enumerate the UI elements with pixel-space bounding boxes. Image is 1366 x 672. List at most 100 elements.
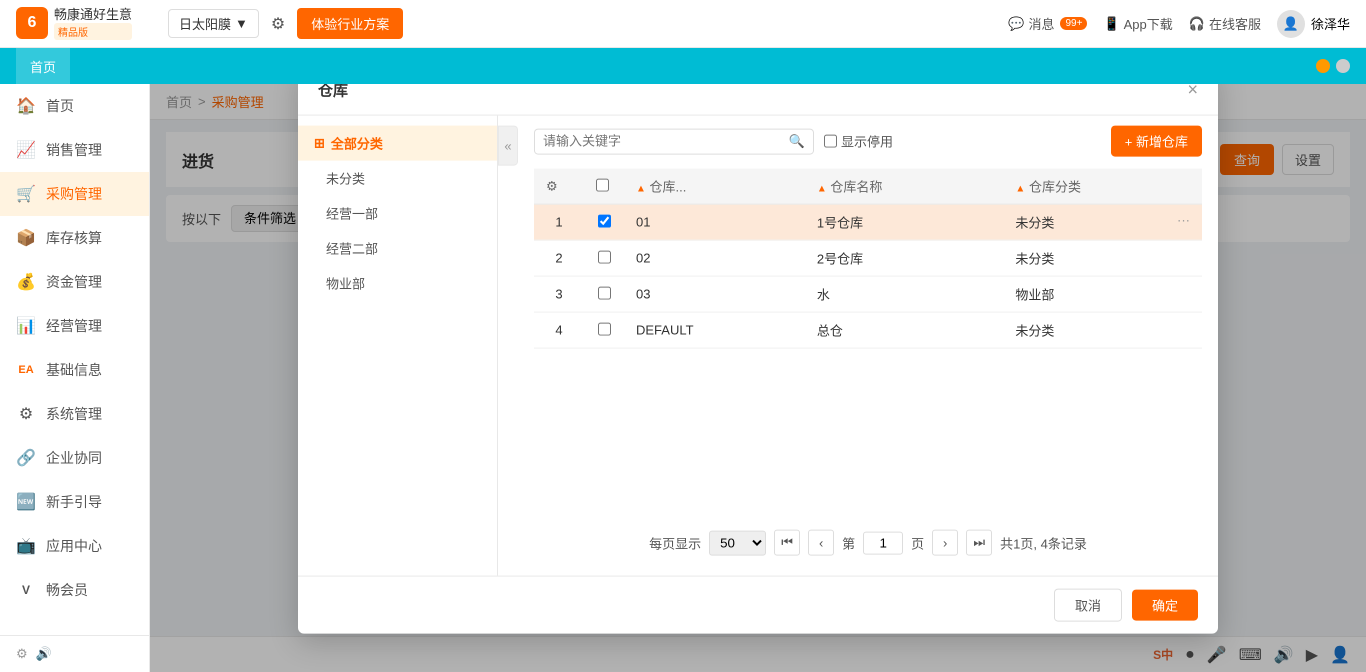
table-row[interactable]: 3 03 水 物业部 bbox=[534, 276, 1202, 312]
row-category-2: 物业部 bbox=[1003, 276, 1202, 312]
category-item-1[interactable]: 经营一部 bbox=[298, 196, 497, 231]
online-service-btn[interactable]: 🎧 在线客服 bbox=[1189, 14, 1261, 33]
category-all[interactable]: ⊞ 全部分类 bbox=[298, 126, 497, 161]
row-num-3: 4 bbox=[534, 312, 584, 348]
row-name-0: 1号仓库 bbox=[805, 204, 1004, 240]
row-checkbox-0[interactable] bbox=[598, 214, 611, 227]
prev-page-button[interactable]: ‹ bbox=[808, 530, 834, 556]
modal-close-button[interactable]: × bbox=[1187, 84, 1198, 101]
row-check-0[interactable] bbox=[584, 204, 624, 240]
row-code-3: DEFAULT bbox=[624, 312, 805, 348]
headset-icon: 🎧 bbox=[1189, 16, 1205, 32]
sidebar-label-enterprise: 企业协同 bbox=[46, 448, 102, 468]
col-name: ▲ 仓库名称 bbox=[805, 169, 1004, 205]
col-check bbox=[584, 169, 624, 205]
minimize-button[interactable] bbox=[1316, 59, 1330, 73]
row-name-3: 总仓 bbox=[805, 312, 1004, 348]
row-num-0: 1 bbox=[534, 204, 584, 240]
sidebar-label-member: 畅会员 bbox=[46, 580, 88, 600]
sidebar-item-app-center[interactable]: 📺 应用中心 bbox=[0, 524, 149, 568]
message-badge: 99+ bbox=[1060, 17, 1087, 30]
guide-icon: 🆕 bbox=[16, 492, 36, 512]
sidebar-item-operations[interactable]: 📊 经营管理 bbox=[0, 304, 149, 348]
table-header-row: ⚙ ▲ 仓库... ▲ 仓库名称 bbox=[534, 169, 1202, 205]
col-category: ▲ 仓库分类 bbox=[1003, 169, 1202, 205]
purchase-icon: 🛒 bbox=[16, 184, 36, 204]
experience-button[interactable]: 体验行业方案 bbox=[297, 8, 403, 39]
row-category-0: 未分类 ··· bbox=[1003, 204, 1202, 240]
page-unit: 页 bbox=[911, 533, 924, 552]
maximize-button[interactable] bbox=[1336, 59, 1350, 73]
modal-header: 仓库 × bbox=[298, 84, 1218, 116]
select-all-checkbox[interactable] bbox=[596, 178, 609, 191]
table-row[interactable]: 4 DEFAULT 总仓 未分类 bbox=[534, 312, 1202, 348]
sidebar-bottom: ⚙ 🔊 bbox=[0, 635, 149, 672]
warehouse-table: ⚙ ▲ 仓库... ▲ 仓库名称 bbox=[534, 169, 1202, 349]
collapse-panel-button[interactable]: « bbox=[498, 126, 518, 166]
sub-nav-item-home[interactable]: 首页 bbox=[16, 48, 70, 84]
sidebar-item-purchase[interactable]: 🛒 采购管理 bbox=[0, 172, 149, 216]
row-check-3[interactable] bbox=[584, 312, 624, 348]
messages-btn[interactable]: 💬 消息 99+ bbox=[1008, 14, 1087, 33]
sidebar-item-sales[interactable]: 📈 销售管理 bbox=[0, 128, 149, 172]
sidebar-item-member[interactable]: V 畅会员 bbox=[0, 568, 149, 612]
row-checkbox-2[interactable] bbox=[598, 286, 611, 299]
confirm-button[interactable]: 确定 bbox=[1132, 590, 1198, 621]
show-disabled-label[interactable]: 显示停用 bbox=[824, 132, 893, 151]
enterprise-icon: 🔗 bbox=[16, 448, 36, 468]
sidebar-item-basic-info[interactable]: EA 基础信息 bbox=[0, 348, 149, 392]
sidebar-item-guide[interactable]: 🆕 新手引导 bbox=[0, 480, 149, 524]
row-code-0: 01 bbox=[624, 204, 805, 240]
table-body: 1 01 1号仓库 未分类 ··· 2 02 2号仓库 未分类 3 03 水 物… bbox=[534, 204, 1202, 348]
sidebar-label-finance: 资金管理 bbox=[46, 272, 102, 292]
add-warehouse-button[interactable]: + 新增仓库 bbox=[1111, 126, 1202, 157]
logo-area: 6 畅康通好生意 精品版 bbox=[16, 7, 156, 41]
basic-info-icon: EA bbox=[16, 364, 36, 376]
sidebar-label-guide: 新手引导 bbox=[46, 492, 102, 512]
search-input[interactable] bbox=[543, 134, 789, 149]
table-row[interactable]: 1 01 1号仓库 未分类 ··· bbox=[534, 204, 1202, 240]
next-page-button[interactable]: › bbox=[932, 530, 958, 556]
sidebar-label-sales: 销售管理 bbox=[46, 140, 102, 160]
page-size-label: 每页显示 bbox=[649, 533, 701, 552]
sidebar-item-finance[interactable]: 💰 资金管理 bbox=[0, 260, 149, 304]
row-checkbox-1[interactable] bbox=[598, 250, 611, 263]
first-page-button[interactable]: ⏮ bbox=[774, 530, 800, 556]
settings-icon[interactable]: ⚙ bbox=[271, 14, 285, 34]
col-code: ▲ 仓库... bbox=[624, 169, 805, 205]
app-download-btn[interactable]: 📱 App下载 bbox=[1103, 14, 1172, 33]
sidebar-item-home[interactable]: 🏠 首页 bbox=[0, 84, 149, 128]
sidebar-sound-icon[interactable]: 🔊 bbox=[36, 646, 52, 662]
sidebar: 🏠 首页 📈 销售管理 🛒 采购管理 📦 库存核算 💰 资金管理 📊 经营管理 … bbox=[0, 84, 150, 672]
table-row[interactable]: 2 02 2号仓库 未分类 bbox=[534, 240, 1202, 276]
sidebar-item-enterprise[interactable]: 🔗 企业协同 bbox=[0, 436, 149, 480]
sidebar-label-system: 系统管理 bbox=[46, 404, 102, 424]
sidebar-item-system[interactable]: ⚙ 系统管理 bbox=[0, 392, 149, 436]
category-item-2[interactable]: 经营二部 bbox=[298, 231, 497, 266]
category-section: ⊞ 全部分类 未分类 经营一部 经营二部 物业部 bbox=[298, 116, 518, 576]
row-name-2: 水 bbox=[805, 276, 1004, 312]
operations-icon: 📊 bbox=[16, 316, 36, 336]
store-selector[interactable]: 日太阳膜 ▼ bbox=[168, 9, 259, 38]
sales-icon: 📈 bbox=[16, 140, 36, 160]
sidebar-item-inventory[interactable]: 📦 库存核算 bbox=[0, 216, 149, 260]
app-center-icon: 📺 bbox=[16, 536, 36, 556]
cancel-button[interactable]: 取消 bbox=[1054, 589, 1122, 622]
row-num-1: 2 bbox=[534, 240, 584, 276]
row-check-2[interactable] bbox=[584, 276, 624, 312]
modal-title: 仓库 bbox=[318, 84, 348, 101]
row-check-1[interactable] bbox=[584, 240, 624, 276]
pagination: 每页显示 50 100 ⏮ ‹ 第 页 › ⏭ 共1页, 4条记录 bbox=[534, 520, 1202, 566]
category-item-3[interactable]: 物业部 bbox=[298, 266, 497, 301]
row-checkbox-3[interactable] bbox=[598, 322, 611, 335]
page-input[interactable] bbox=[863, 531, 903, 554]
last-page-button[interactable]: ⏭ bbox=[966, 530, 992, 556]
page-size-select[interactable]: 50 100 bbox=[709, 530, 766, 555]
user-info[interactable]: 👤 徐泽华 bbox=[1277, 10, 1350, 38]
show-disabled-checkbox[interactable] bbox=[824, 135, 837, 148]
category-item-0[interactable]: 未分类 bbox=[298, 161, 497, 196]
sidebar-settings-icon[interactable]: ⚙ bbox=[16, 646, 28, 662]
modal-footer: 取消 确定 bbox=[298, 576, 1218, 634]
row-more-0[interactable]: ··· bbox=[1177, 213, 1190, 228]
row-name-1: 2号仓库 bbox=[805, 240, 1004, 276]
